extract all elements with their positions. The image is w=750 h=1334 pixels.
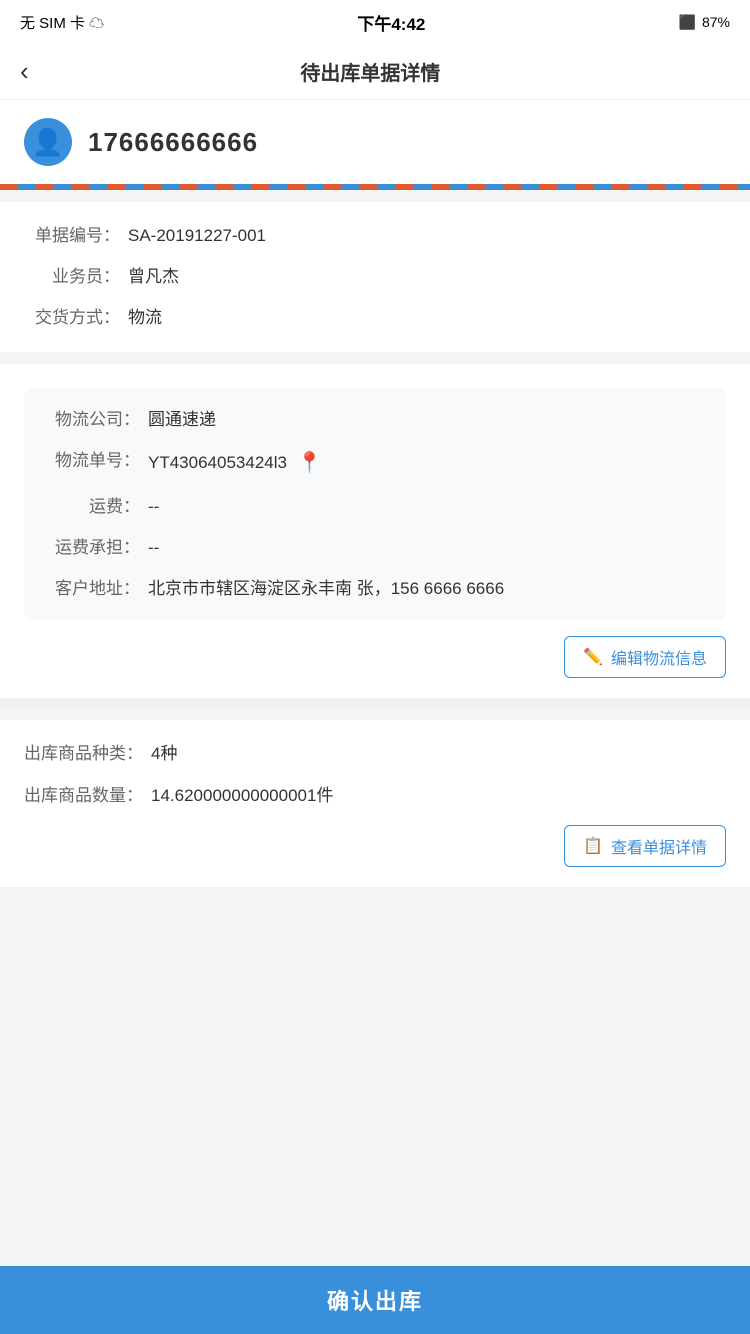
address-row: 客户地址： 北京市市辖区海淀区永丰南 张，156 6666 6666 [44,575,706,602]
freight-row: 运费： -- [44,493,706,520]
freight-bearer-row: 运费承担： -- [44,534,706,561]
goods-section: 出库商品种类： 4种 出库商品数量： 14.620000000000001件 📋… [0,720,750,886]
goods-quantity-row: 出库商品数量： 14.620000000000001件 [24,782,726,809]
freight-label: 运费： [44,493,140,520]
status-bar: 无 SIM 卡 ☁ 下午4:42 ⬛ 87% [0,0,750,44]
goods-types-row: 出库商品种类： 4种 [24,740,726,767]
content-spacer [0,887,750,1107]
goods-quantity-value: 14.620000000000001件 [143,782,726,809]
dashed-divider [0,184,750,190]
delivery-method-label: 交货方式： [24,304,120,331]
user-phone: 17666666666 [88,127,258,158]
logistics-company-row: 物流公司： 圆通速递 [44,406,706,433]
tracking-label: 物流单号： [44,447,140,474]
address-label: 客户地址： [44,575,140,602]
status-time: 下午4:42 [357,10,425,35]
confirm-btn-label: 确认出库 [327,1284,423,1316]
edit-logistics-button[interactable]: ✏️ 编辑物流信息 [564,636,726,678]
document-icon: 📋 [583,836,603,856]
edit-icon: ✏️ [583,647,603,667]
serial-number-row: 单据编号： SA-20191227-001 [24,222,726,249]
freight-bearer-value: -- [140,534,706,561]
edit-btn-label: 编辑物流信息 [611,645,707,669]
logistics-box: 物流公司： 圆通速递 物流单号： YT43064053424l3 📍 运费： -… [24,388,726,621]
status-left: 无 SIM 卡 ☁ [20,12,104,33]
tracking-number: YT43064053424l3 [148,449,287,476]
serial-number-label: 单据编号： [24,222,120,249]
delivery-method-row: 交货方式： 物流 [24,304,726,331]
avatar-icon: 👤 [32,127,64,158]
salesman-row: 业务员： 曾凡杰 [24,263,726,290]
user-header: 👤 17666666666 [0,100,750,184]
location-icon[interactable]: 📍 [297,447,322,479]
view-btn-row: 📋 查看单据详情 [24,825,726,867]
goods-types-value: 4种 [143,740,726,767]
back-button[interactable]: ‹ [20,48,41,95]
freight-value: -- [140,493,706,520]
serial-number-value: SA-20191227-001 [120,222,726,249]
logistics-company-value: 圆通速递 [140,406,706,433]
confirm-button-bar[interactable]: 确认出库 [0,1266,750,1334]
delivery-method-value: 物流 [120,304,726,331]
page-title: 待出库单据详情 [41,57,700,86]
battery-level: 87% [702,14,730,30]
tracking-number-row: 物流单号： YT43064053424l3 📍 [44,447,706,479]
nav-bar: ‹ 待出库单据详情 [0,44,750,100]
avatar: 👤 [24,118,72,166]
order-info-section: 单据编号： SA-20191227-001 业务员： 曾凡杰 交货方式： 物流 [0,202,750,352]
goods-quantity-label: 出库商品数量： [24,782,143,809]
view-details-label: 查看单据详情 [611,834,707,858]
status-right: ⬛ 87% [679,14,730,31]
logistics-company-label: 物流公司： [44,406,140,433]
view-details-button[interactable]: 📋 查看单据详情 [564,825,726,867]
sim-status: 无 SIM 卡 ☁ [20,12,104,33]
tracking-value-container: YT43064053424l3 📍 [140,447,706,479]
goods-types-label: 出库商品种类： [24,740,143,767]
section-divider [0,698,750,708]
salesman-value: 曾凡杰 [120,263,726,290]
salesman-label: 业务员： [24,263,120,290]
address-value: 北京市市辖区海淀区永丰南 张，156 6666 6666 [140,575,706,602]
logistics-section: 物流公司： 圆通速递 物流单号： YT43064053424l3 📍 运费： -… [0,364,750,699]
battery-icon: ⬛ [679,14,696,31]
freight-bearer-label: 运费承担： [44,534,140,561]
edit-btn-row: ✏️ 编辑物流信息 [24,636,726,678]
